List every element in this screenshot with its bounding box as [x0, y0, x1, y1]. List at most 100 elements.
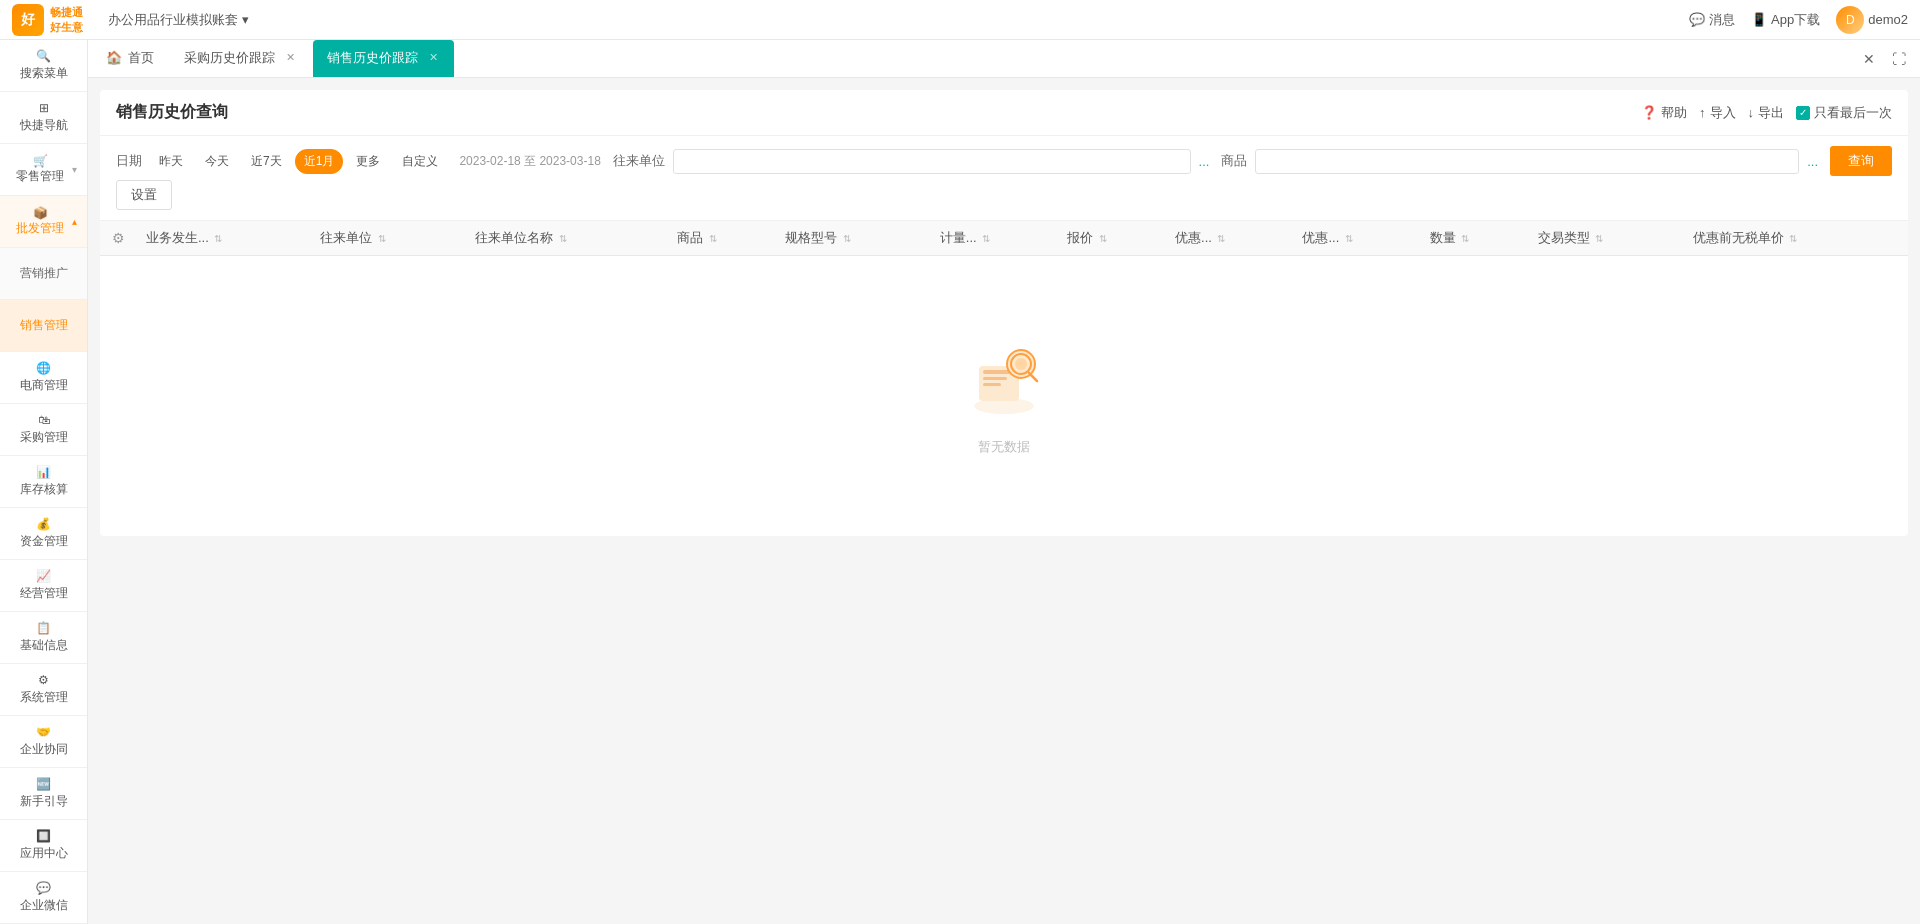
product-dots[interactable]: ...: [1807, 154, 1818, 169]
page-header-actions: ❓ 帮助 ↑ 导入 ↓ 导出 ✓ 只看最后一次: [1641, 104, 1892, 122]
sidebar-item-retail[interactable]: 🛒 零售管理 ▾: [0, 144, 87, 196]
sidebar-item-finance[interactable]: 💰 资金管理: [0, 508, 87, 560]
sidebar-item-inventory[interactable]: 📊 库存核算: [0, 456, 87, 508]
sidebar-label-collab: 企业协同: [20, 741, 68, 758]
sidebar-label-ops: 经营管理: [20, 585, 68, 602]
help-label: 帮助: [1661, 104, 1687, 122]
th-unit[interactable]: 计量... ⇅: [930, 221, 1057, 256]
tab-sales-history[interactable]: 销售历史价跟踪 ✕: [313, 40, 454, 77]
date-btn-custom[interactable]: 自定义: [393, 149, 447, 174]
export-btn[interactable]: ↓ 导出: [1748, 104, 1785, 122]
th-discount1[interactable]: 优惠... ⇅: [1165, 221, 1292, 256]
import-icon: ↑: [1699, 105, 1706, 120]
th-price[interactable]: 报价 ⇅: [1057, 221, 1165, 256]
help-icon: ❓: [1641, 105, 1657, 120]
sidebar-label-wechat: 企业微信: [20, 897, 68, 914]
sidebar-item-purchase[interactable]: 🛍 采购管理: [0, 404, 87, 456]
sidebar-item-sales-mgmt[interactable]: 销售管理: [0, 300, 87, 352]
app-selector[interactable]: 办公用品行业模拟账套 ▾: [100, 7, 257, 33]
svg-point-8: [1015, 358, 1027, 370]
sidebar-label-sales: 销售管理: [20, 317, 68, 334]
th-partner-name[interactable]: 往来单位名称 ⇅: [465, 221, 667, 256]
th-settings[interactable]: ⚙: [100, 221, 136, 256]
sidebar-item-basic-info[interactable]: 📋 基础信息: [0, 612, 87, 664]
purchase-icon: 🛍: [38, 413, 50, 427]
tab-purchase-history[interactable]: 采购历史价跟踪 ✕: [170, 40, 311, 77]
partner-dots[interactable]: ...: [1199, 154, 1210, 169]
tab-bar: 🏠 首页 采购历史价跟踪 ✕ 销售历史价跟踪 ✕ ✕ ⛶: [88, 40, 1920, 78]
th-qty[interactable]: 数量 ⇅: [1420, 221, 1528, 256]
sidebar-item-new-guide[interactable]: 🆕 新手引导: [0, 768, 87, 820]
partner-input[interactable]: [673, 149, 1191, 174]
sidebar-item-wholesale[interactable]: 📦 批发管理 ▴: [0, 196, 87, 248]
sidebar-item-marketing[interactable]: 营销推广: [0, 248, 87, 300]
date-btn-last1month[interactable]: 近1月: [295, 149, 344, 174]
sidebar-item-quick-nav[interactable]: ⊞ 快捷导航: [0, 92, 87, 144]
filter-row-2: 设置: [116, 180, 1892, 210]
sidebar-item-system[interactable]: ⚙ 系统管理: [0, 664, 87, 716]
sidebar-label-purchase: 采购管理: [20, 429, 68, 446]
chevron-up-icon: ▴: [72, 216, 77, 227]
query-area: 查询: [1830, 146, 1892, 176]
top-bar-right: 💬 消息 📱 App下载 D demo2: [1689, 6, 1908, 34]
tab-maximize-btn[interactable]: ⛶: [1886, 46, 1912, 72]
sort-icon-discount2: ⇅: [1345, 233, 1353, 244]
sidebar-label-search: 搜索菜单: [20, 65, 68, 82]
sidebar-item-app-center[interactable]: 🔲 应用中心: [0, 820, 87, 872]
system-icon: ⚙: [38, 673, 49, 687]
empty-icon: [959, 336, 1049, 426]
tab-home-label: 首页: [128, 49, 154, 67]
import-btn[interactable]: ↑ 导入: [1699, 104, 1736, 122]
sidebar-item-ops[interactable]: 📈 经营管理: [0, 560, 87, 612]
date-btn-last7[interactable]: 近7天: [242, 149, 291, 174]
sidebar-item-enterprise-wechat[interactable]: 💬 企业微信: [0, 872, 87, 924]
date-btn-yesterday[interactable]: 昨天: [150, 149, 192, 174]
sort-icon-trade-type: ⇅: [1595, 233, 1603, 244]
app-download-label: App下载: [1771, 11, 1820, 29]
tab-sales-history-close[interactable]: ✕: [426, 51, 440, 65]
logo-icon: 好: [12, 4, 44, 36]
th-product[interactable]: 商品 ⇅: [667, 221, 775, 256]
checkbox-checked-icon: ✓: [1796, 106, 1810, 120]
sidebar-label-wholesale: 批发管理: [16, 220, 64, 237]
sidebar-item-ecommerce[interactable]: 🌐 电商管理: [0, 352, 87, 404]
th-discount2[interactable]: 优惠... ⇅: [1292, 221, 1419, 256]
message-action[interactable]: 💬 消息: [1689, 11, 1735, 29]
sidebar-item-search-menu[interactable]: 🔍 搜索菜单: [0, 40, 87, 92]
th-trade-type[interactable]: 交易类型 ⇅: [1528, 221, 1683, 256]
sort-icon-unit: ⇅: [982, 233, 990, 244]
sidebar-label-guide: 新手引导: [20, 793, 68, 810]
settings-button[interactable]: 设置: [116, 180, 172, 210]
svg-rect-4: [983, 383, 1001, 386]
nav-icon: ⊞: [39, 101, 49, 115]
help-btn[interactable]: ❓ 帮助: [1641, 104, 1687, 122]
message-icon: 💬: [1689, 12, 1705, 27]
only-last-checkbox[interactable]: ✓ 只看最后一次: [1796, 104, 1892, 122]
th-spec[interactable]: 规格型号 ⇅: [775, 221, 930, 256]
th-partner-code[interactable]: 往来单位 ⇅: [310, 221, 465, 256]
download-icon: 📱: [1751, 12, 1767, 27]
tab-close-all-btn[interactable]: ✕: [1856, 46, 1882, 72]
date-filter-group: 日期 昨天 今天 近7天 近1月 更多 自定义 2023-02-18 至 202…: [116, 149, 601, 174]
app-download-action[interactable]: 📱 App下载: [1751, 11, 1820, 29]
user-profile[interactable]: D demo2: [1836, 6, 1908, 34]
sidebar-label-inventory: 库存核算: [20, 481, 68, 498]
wholesale-icon: 📦: [33, 206, 48, 220]
th-biz-date[interactable]: 业务发生... ⇅: [136, 221, 310, 256]
product-input[interactable]: [1255, 149, 1799, 174]
sidebar-item-enterprise-collab[interactable]: 🤝 企业协同: [0, 716, 87, 768]
tab-purchase-history-close[interactable]: ✕: [283, 51, 297, 65]
filter-row-1: 日期 昨天 今天 近7天 近1月 更多 自定义 2023-02-18 至 202…: [116, 146, 1892, 176]
page-title: 销售历史价查询: [116, 102, 228, 123]
tab-home[interactable]: 🏠 首页: [92, 40, 168, 77]
search-icon: 🔍: [36, 49, 51, 63]
query-button[interactable]: 查询: [1830, 146, 1892, 176]
th-no-tax-price[interactable]: 优惠前无税单价 ⇅: [1683, 221, 1909, 256]
svg-rect-3: [983, 377, 1007, 380]
date-btn-more[interactable]: 更多: [347, 149, 389, 174]
logo-text: 畅捷通好生意: [50, 5, 92, 34]
filter-wrapper: 日期 昨天 今天 近7天 近1月 更多 自定义 2023-02-18 至 202…: [100, 136, 1908, 221]
sidebar-label-finance: 资金管理: [20, 533, 68, 550]
sort-icon-partner-code: ⇅: [378, 233, 386, 244]
date-btn-today[interactable]: 今天: [196, 149, 238, 174]
